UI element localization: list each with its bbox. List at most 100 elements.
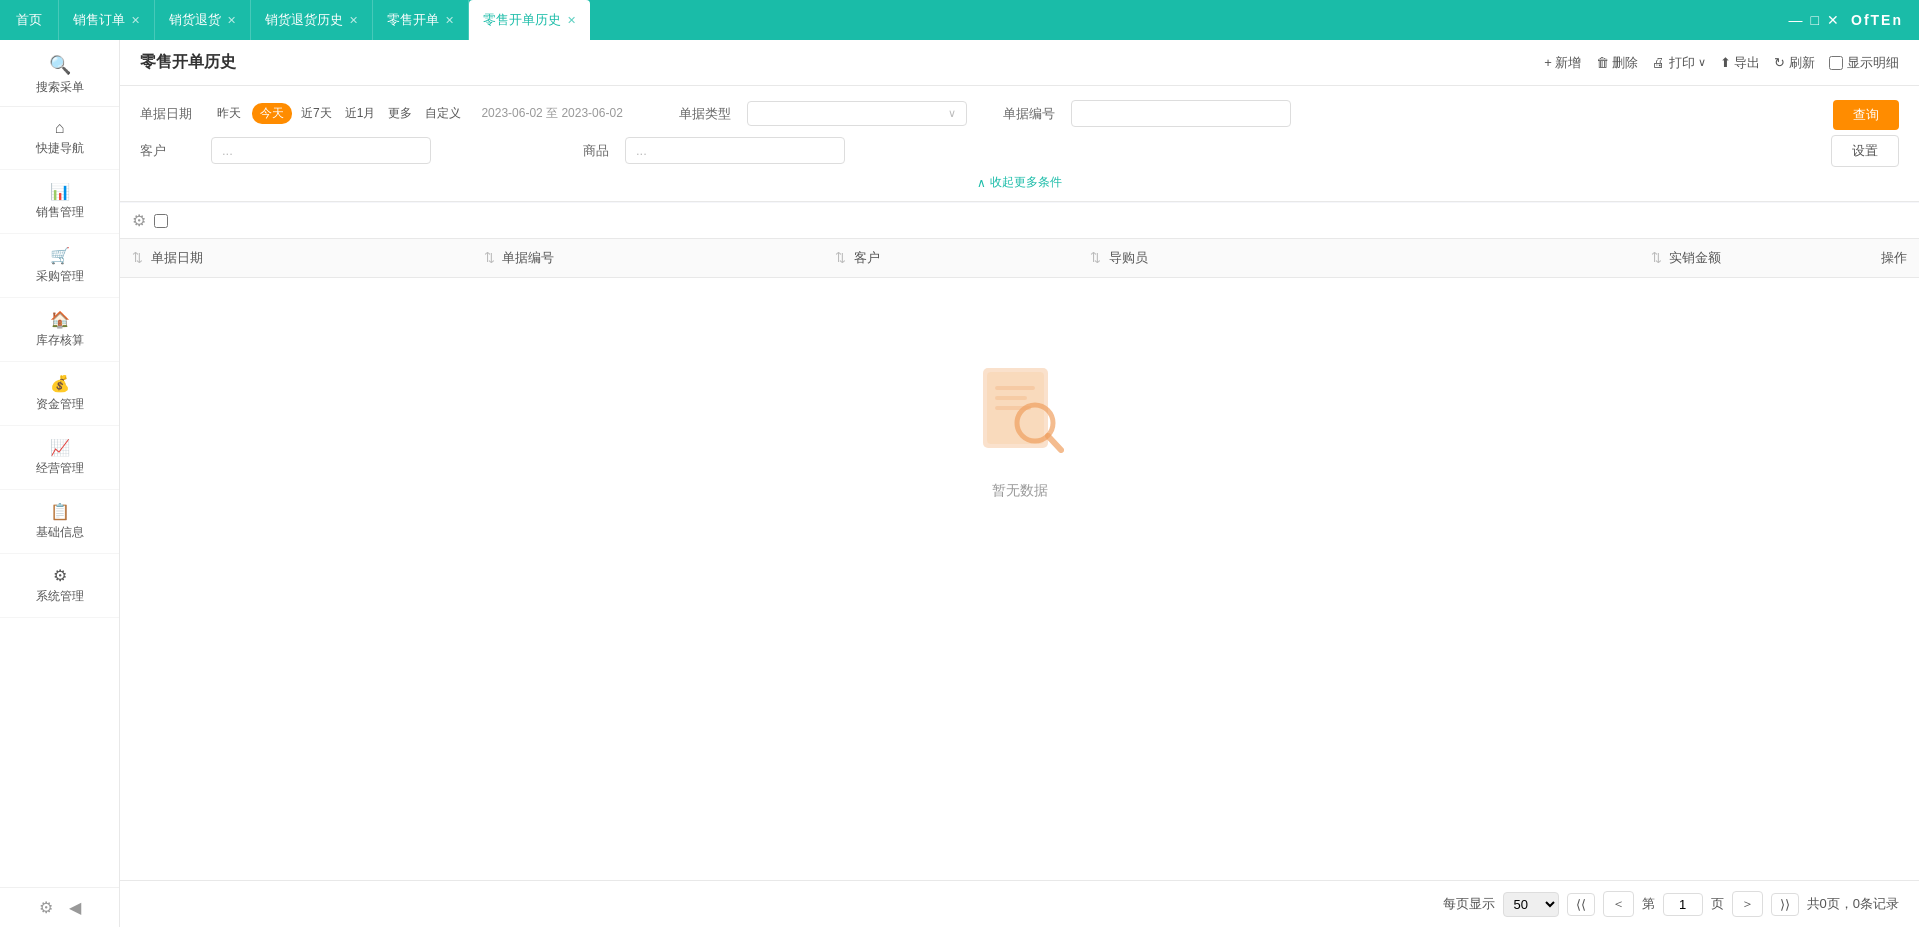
tab-sales-order-close[interactable]: ✕ xyxy=(131,14,140,27)
tab-sales-order[interactable]: 销售订单 ✕ xyxy=(59,0,155,40)
tab-sales-return-history[interactable]: 销货退货历史 ✕ xyxy=(251,0,373,40)
first-page-button[interactable]: ⟨⟨ xyxy=(1567,893,1595,916)
date-option-yesterday[interactable]: 昨天 xyxy=(211,103,247,124)
col-date[interactable]: ⇅ 单据日期 xyxy=(120,239,472,278)
tab-retail-history-label: 零售开单历史 xyxy=(483,11,561,29)
customer-dots: ... xyxy=(222,143,233,158)
number-filter-input[interactable] xyxy=(1071,100,1291,127)
sidebar-item-finance[interactable]: 💰 资金管理 xyxy=(0,362,119,426)
sidebar-item-inventory[interactable]: 🏠 库存核算 xyxy=(0,298,119,362)
select-all-checkbox[interactable] xyxy=(154,214,168,228)
product-filter-input[interactable]: ... xyxy=(625,137,845,164)
sidebar: 🔍 搜索采单 ⌂ 快捷导航 📊 销售管理 🛒 采购管理 🏠 库存核算 💰 资金管… xyxy=(0,40,120,927)
table-settings-icon[interactable]: ⚙ xyxy=(132,211,146,230)
tab-retail-history[interactable]: 零售开单历史 ✕ xyxy=(469,0,590,40)
sidebar-search[interactable]: 🔍 搜索采单 xyxy=(0,40,119,107)
type-filter-label: 单据类型 xyxy=(679,105,731,123)
customer-filter-input[interactable]: ... xyxy=(211,137,431,164)
app-brand: OfTEn xyxy=(1851,12,1919,28)
col-customer-label: 客户 xyxy=(854,250,880,265)
collapse-label: 收起更多条件 xyxy=(990,174,1062,191)
delete-button[interactable]: 🗑 删除 xyxy=(1596,54,1639,72)
pagination: 每页显示 10 20 50 100 ⟨⟨ ＜ 第 页 ＞ ⟩⟩ 共0页，0条记录 xyxy=(120,880,1919,927)
sidebar-collapse-icon[interactable]: ◀ xyxy=(69,898,81,917)
collapse-icon: ∧ xyxy=(977,176,986,190)
col-amount[interactable]: ⇅ 实销金额 xyxy=(1382,239,1734,278)
sidebar-item-purchase[interactable]: 🛒 采购管理 xyxy=(0,234,119,298)
col-action: 操作 xyxy=(1733,239,1919,278)
date-option-7days[interactable]: 近7天 xyxy=(297,103,336,124)
prev-page-button[interactable]: ＜ xyxy=(1603,891,1634,917)
tab-home-label: 首页 xyxy=(16,11,42,29)
sidebar-purchase-label: 采购管理 xyxy=(36,268,84,285)
col-action-label: 操作 xyxy=(1881,250,1907,265)
date-option-1month[interactable]: 近1月 xyxy=(341,103,380,124)
col-guide-sort-icon: ⇅ xyxy=(1090,250,1101,265)
window-close[interactable]: ✕ xyxy=(1827,12,1839,28)
product-dots: ... xyxy=(636,143,647,158)
col-amount-label: 实销金额 xyxy=(1669,250,1721,265)
tab-home[interactable]: 首页 xyxy=(0,0,59,40)
page-header: 零售开单历史 + 新增 🗑 删除 🖨 打印 ∨ ⬆ 导出 ↻ 刷新 显示明细 xyxy=(120,40,1919,86)
sidebar-item-system[interactable]: ⚙ 系统管理 xyxy=(0,554,119,618)
base-icon: 📋 xyxy=(50,502,70,521)
date-range-display: 2023-06-02 至 2023-06-02 xyxy=(481,105,622,122)
show-detail-input[interactable] xyxy=(1829,56,1843,70)
tab-sales-return-label: 销货退货 xyxy=(169,11,221,29)
filter-section: 单据日期 昨天 今天 近7天 近1月 更多 自定义 2023-06-02 至 2… xyxy=(120,86,1919,202)
next-page-button[interactable]: ＞ xyxy=(1732,891,1763,917)
svg-rect-2 xyxy=(995,386,1035,390)
window-maximize[interactable]: □ xyxy=(1811,12,1819,28)
print-button[interactable]: 🖨 打印 ∨ xyxy=(1652,54,1706,72)
page-title: 零售开单历史 xyxy=(140,52,236,73)
add-button[interactable]: + 新增 xyxy=(1544,54,1581,72)
window-minimize[interactable]: — xyxy=(1789,12,1803,28)
col-number-sort-icon: ⇅ xyxy=(484,250,495,265)
col-date-label: 单据日期 xyxy=(151,250,203,265)
show-detail-checkbox[interactable]: 显示明细 xyxy=(1829,54,1899,72)
system-icon: ⚙ xyxy=(53,566,67,585)
sales-icon: 📊 xyxy=(50,182,70,201)
page-input[interactable] xyxy=(1663,893,1703,916)
date-option-today[interactable]: 今天 xyxy=(252,103,292,124)
type-filter-select[interactable]: ∨ xyxy=(747,101,967,126)
date-option-custom[interactable]: 自定义 xyxy=(421,103,465,124)
col-guide[interactable]: ⇅ 导购员 xyxy=(1078,239,1381,278)
per-page-select[interactable]: 10 20 50 100 xyxy=(1503,892,1559,917)
tab-retail-open[interactable]: 零售开单 ✕ xyxy=(373,0,469,40)
tab-sales-return-history-label: 销货退货历史 xyxy=(265,11,343,29)
date-option-more[interactable]: 更多 xyxy=(384,103,416,124)
page-suffix: 页 xyxy=(1711,895,1724,913)
col-customer-sort-icon: ⇅ xyxy=(835,250,846,265)
sidebar-item-sales[interactable]: 📊 销售管理 xyxy=(0,170,119,234)
collapse-row[interactable]: ∧ 收起更多条件 xyxy=(140,170,1899,195)
sidebar-settings-icon[interactable]: ⚙ xyxy=(39,898,53,917)
col-customer[interactable]: ⇅ 客户 xyxy=(823,239,1078,278)
page-label: 第 xyxy=(1642,895,1655,913)
export-button[interactable]: ⬆ 导出 xyxy=(1720,54,1761,72)
query-button[interactable]: 查询 xyxy=(1833,100,1899,130)
tab-sales-return-close[interactable]: ✕ xyxy=(227,14,236,27)
sidebar-finance-label: 资金管理 xyxy=(36,396,84,413)
sidebar-item-operation[interactable]: 📈 经营管理 xyxy=(0,426,119,490)
tab-retail-history-close[interactable]: ✕ xyxy=(567,14,576,27)
date-filter-label: 单据日期 xyxy=(140,105,195,123)
inventory-icon: 🏠 xyxy=(50,310,70,329)
refresh-button[interactable]: ↻ 刷新 xyxy=(1774,54,1815,72)
table-toolbar: ⚙ xyxy=(120,203,1919,239)
tab-retail-open-label: 零售开单 xyxy=(387,11,439,29)
tab-retail-open-close[interactable]: ✕ xyxy=(445,14,454,27)
sidebar-operation-label: 经营管理 xyxy=(36,460,84,477)
print-label: 🖨 打印 xyxy=(1652,54,1695,72)
tab-sales-return-history-close[interactable]: ✕ xyxy=(349,14,358,27)
last-page-button[interactable]: ⟩⟩ xyxy=(1771,893,1799,916)
sidebar-item-quick-nav[interactable]: ⌂ 快捷导航 xyxy=(0,107,119,170)
product-filter-label: 商品 xyxy=(583,142,609,160)
print-arrow-icon: ∨ xyxy=(1698,56,1706,69)
sidebar-item-base[interactable]: 📋 基础信息 xyxy=(0,490,119,554)
setting-button[interactable]: 设置 xyxy=(1831,135,1899,167)
tab-sales-return[interactable]: 销货退货 ✕ xyxy=(155,0,251,40)
search-icon: 🔍 xyxy=(49,54,71,76)
col-number[interactable]: ⇅ 单据编号 xyxy=(472,239,824,278)
operation-icon: 📈 xyxy=(50,438,70,457)
